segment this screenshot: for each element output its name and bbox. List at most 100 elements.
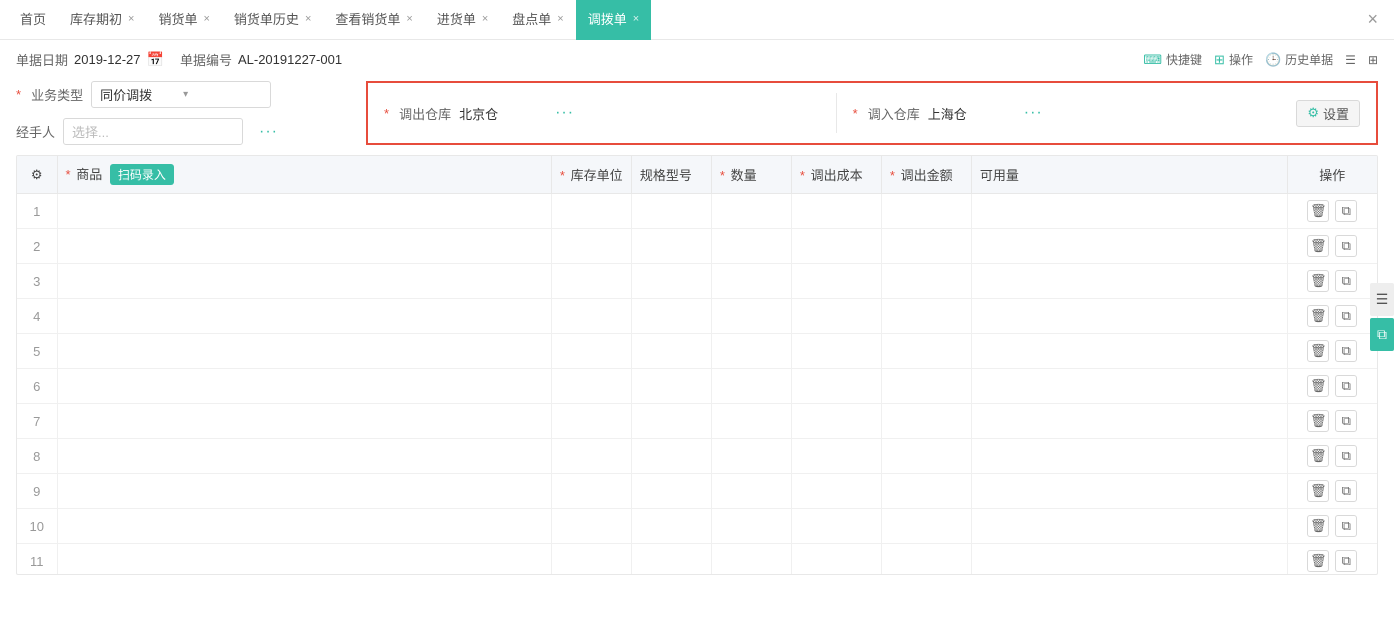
close-all-tabs[interactable]: ×	[1359, 9, 1386, 30]
row-available-5[interactable]	[971, 334, 1287, 369]
copy-row-2-btn[interactable]: ⧉	[1335, 235, 1357, 257]
row-spec-8[interactable]	[631, 439, 711, 474]
row-cost-7[interactable]	[791, 404, 881, 439]
copy-row-10-btn[interactable]: ⧉	[1335, 515, 1357, 537]
tab-inventory-init[interactable]: 库存期初 ×	[58, 0, 146, 40]
row-spec-7[interactable]	[631, 404, 711, 439]
row-amount-9[interactable]	[881, 474, 971, 509]
row-available-3[interactable]	[971, 264, 1287, 299]
row-quantity-8[interactable]	[711, 439, 791, 474]
row-cost-1[interactable]	[791, 194, 881, 229]
delete-row-9-btn[interactable]: 🗑	[1307, 480, 1329, 502]
row-cost-6[interactable]	[791, 369, 881, 404]
row-unit-6[interactable]	[551, 369, 631, 404]
row-product-1[interactable]	[57, 194, 551, 229]
row-available-8[interactable]	[971, 439, 1287, 474]
row-spec-5[interactable]	[631, 334, 711, 369]
tab-transfer-order-close[interactable]: ×	[633, 13, 639, 25]
tab-sales-history-close[interactable]: ×	[305, 13, 311, 25]
delete-row-11-btn[interactable]: 🗑	[1307, 550, 1329, 572]
grid-view-btn[interactable]: ⊞	[1368, 53, 1378, 67]
tab-sales-order[interactable]: 销货单 ×	[146, 0, 221, 40]
row-spec-10[interactable]	[631, 509, 711, 544]
row-product-2[interactable]	[57, 229, 551, 264]
row-quantity-9[interactable]	[711, 474, 791, 509]
row-unit-8[interactable]	[551, 439, 631, 474]
row-cost-2[interactable]	[791, 229, 881, 264]
tab-inventory-check[interactable]: 盘点单 ×	[500, 0, 575, 40]
row-unit-9[interactable]	[551, 474, 631, 509]
tab-home[interactable]: 首页	[8, 0, 58, 40]
list-view-btn[interactable]: ☰	[1345, 53, 1356, 67]
history-btn[interactable]: 🕒 历史单据	[1265, 51, 1333, 68]
row-unit-4[interactable]	[551, 299, 631, 334]
row-unit-2[interactable]	[551, 229, 631, 264]
row-spec-3[interactable]	[631, 264, 711, 299]
row-cost-9[interactable]	[791, 474, 881, 509]
copy-row-3-btn[interactable]: ⧉	[1335, 270, 1357, 292]
scan-barcode-button[interactable]: 扫码录入	[110, 164, 174, 185]
copy-row-6-btn[interactable]: ⧉	[1335, 375, 1357, 397]
row-product-4[interactable]	[57, 299, 551, 334]
tab-sales-order-close[interactable]: ×	[203, 13, 209, 25]
delete-row-7-btn[interactable]: 🗑	[1307, 410, 1329, 432]
copy-row-5-btn[interactable]: ⧉	[1335, 340, 1357, 362]
row-spec-11[interactable]	[631, 544, 711, 576]
shortcuts-btn[interactable]: ⌨ 快捷键	[1143, 51, 1202, 68]
row-quantity-11[interactable]	[711, 544, 791, 576]
delete-row-1-btn[interactable]: 🗑	[1307, 200, 1329, 222]
row-unit-5[interactable]	[551, 334, 631, 369]
row-quantity-6[interactable]	[711, 369, 791, 404]
row-product-8[interactable]	[57, 439, 551, 474]
float-list-btn[interactable]: ☰	[1370, 283, 1394, 316]
row-cost-8[interactable]	[791, 439, 881, 474]
tab-sales-history[interactable]: 销货单历史 ×	[222, 0, 323, 40]
row-available-1[interactable]	[971, 194, 1287, 229]
copy-row-9-btn[interactable]: ⧉	[1335, 480, 1357, 502]
row-available-7[interactable]	[971, 404, 1287, 439]
row-unit-7[interactable]	[551, 404, 631, 439]
row-unit-1[interactable]	[551, 194, 631, 229]
tab-inventory-check-close[interactable]: ×	[557, 13, 563, 25]
row-available-6[interactable]	[971, 369, 1287, 404]
row-quantity-5[interactable]	[711, 334, 791, 369]
row-spec-9[interactable]	[631, 474, 711, 509]
float-external-btn[interactable]: ⧉	[1370, 318, 1394, 351]
copy-row-8-btn[interactable]: ⧉	[1335, 445, 1357, 467]
row-quantity-3[interactable]	[711, 264, 791, 299]
row-quantity-1[interactable]	[711, 194, 791, 229]
delete-row-4-btn[interactable]: 🗑	[1307, 305, 1329, 327]
delete-row-5-btn[interactable]: 🗑	[1307, 340, 1329, 362]
row-available-9[interactable]	[971, 474, 1287, 509]
row-amount-10[interactable]	[881, 509, 971, 544]
row-quantity-4[interactable]	[711, 299, 791, 334]
row-amount-5[interactable]	[881, 334, 971, 369]
row-spec-4[interactable]	[631, 299, 711, 334]
row-unit-10[interactable]	[551, 509, 631, 544]
row-cost-10[interactable]	[791, 509, 881, 544]
copy-row-1-btn[interactable]: ⧉	[1335, 200, 1357, 222]
row-quantity-10[interactable]	[711, 509, 791, 544]
row-spec-6[interactable]	[631, 369, 711, 404]
row-amount-1[interactable]	[881, 194, 971, 229]
row-product-5[interactable]	[57, 334, 551, 369]
tab-view-sales[interactable]: 查看销货单 ×	[323, 0, 424, 40]
row-cost-4[interactable]	[791, 299, 881, 334]
row-available-11[interactable]	[971, 544, 1287, 576]
row-product-3[interactable]	[57, 264, 551, 299]
row-amount-8[interactable]	[881, 439, 971, 474]
row-unit-3[interactable]	[551, 264, 631, 299]
row-amount-4[interactable]	[881, 299, 971, 334]
row-product-11[interactable]	[57, 544, 551, 576]
row-product-6[interactable]	[57, 369, 551, 404]
row-quantity-2[interactable]	[711, 229, 791, 264]
row-product-9[interactable]	[57, 474, 551, 509]
row-unit-11[interactable]	[551, 544, 631, 576]
copy-row-7-btn[interactable]: ⧉	[1335, 410, 1357, 432]
transfer-in-more-btn[interactable]: ···	[1024, 104, 1043, 122]
delete-row-10-btn[interactable]: 🗑	[1307, 515, 1329, 537]
tab-inventory-init-close[interactable]: ×	[128, 13, 134, 25]
handler-select[interactable]: 选择...	[63, 118, 243, 145]
settings-button[interactable]: ⚙ 设置	[1296, 100, 1360, 127]
operations-btn[interactable]: ⊞ 操作	[1214, 51, 1253, 68]
